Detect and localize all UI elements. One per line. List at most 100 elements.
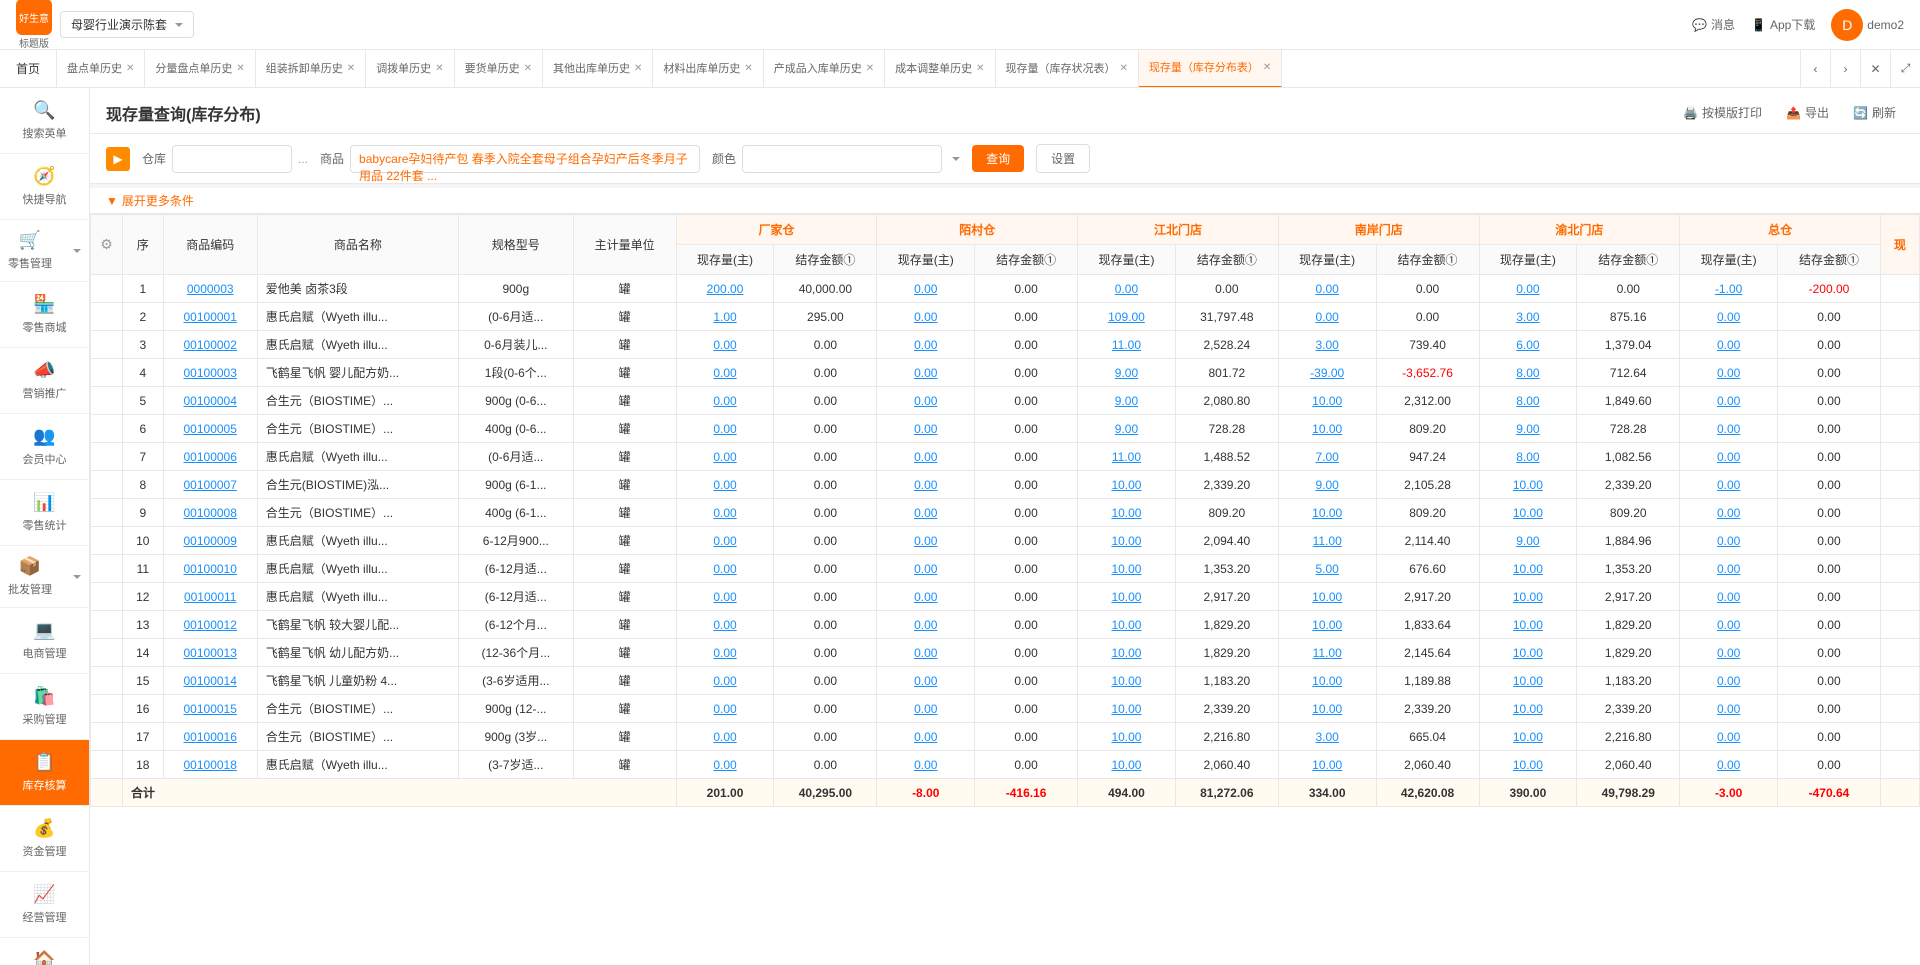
row-c4-qty[interactable]: 5.00 (1278, 555, 1376, 583)
tab-item-6[interactable]: 其他出库单历史 ✕ (543, 50, 653, 88)
row-c2-qty[interactable]: 0.00 (877, 471, 975, 499)
sidebar-item-member[interactable]: 👥 会员中心 (0, 414, 89, 480)
sidebar-item-retail[interactable]: 🛒 零售管理 (0, 220, 89, 282)
row-c5-qty[interactable]: 10.00 (1479, 471, 1577, 499)
row-c4-qty[interactable]: 3.00 (1278, 723, 1376, 751)
row-c2-qty[interactable]: 0.00 (877, 667, 975, 695)
row-code[interactable]: 00100018 (163, 751, 257, 779)
row-c4-qty[interactable]: 10.00 (1278, 751, 1376, 779)
row-c2-qty[interactable]: 0.00 (877, 387, 975, 415)
tab-expand-btn[interactable]: ⤢ (1890, 50, 1920, 88)
row-c1-qty[interactable]: 0.00 (676, 415, 774, 443)
row-t-qty[interactable]: 0.00 (1680, 611, 1778, 639)
row-code[interactable]: 00100005 (163, 415, 257, 443)
goods-input[interactable]: babycare孕妇待产包 春季入院全套母子组合孕妇产后冬季月子用品 22件套 … (350, 145, 700, 173)
row-t-qty[interactable]: 0.00 (1680, 443, 1778, 471)
row-c5-qty[interactable]: 3.00 (1479, 303, 1577, 331)
row-c3-qty[interactable]: 10.00 (1078, 583, 1176, 611)
warehouse-input[interactable] (172, 145, 292, 173)
sidebar-item-search[interactable]: 🔍 搜索英单 (0, 88, 89, 154)
row-c1-qty[interactable]: 0.00 (676, 611, 774, 639)
row-code[interactable]: 00100008 (163, 499, 257, 527)
row-c5-qty[interactable]: 10.00 (1479, 499, 1577, 527)
row-t-qty[interactable]: 0.00 (1680, 639, 1778, 667)
tab-item-7[interactable]: 材料出库单历史 ✕ (653, 50, 763, 88)
row-c1-qty[interactable]: 0.00 (676, 751, 774, 779)
row-code[interactable]: 00100016 (163, 723, 257, 751)
sidebar-item-ecom[interactable]: 💻 电商管理 (0, 608, 89, 674)
row-c1-qty[interactable]: 0.00 (676, 583, 774, 611)
table-container[interactable]: ⚙ 序 商品编码 商品名称 规格型号 主计量单位 厂家仓 陌村仓 江北门店 南岸… (90, 214, 1920, 965)
row-c1-qty[interactable]: 0.00 (676, 667, 774, 695)
row-t-qty[interactable]: 0.00 (1680, 583, 1778, 611)
filter-toggle-btn[interactable]: ▶ (106, 147, 130, 171)
row-c4-qty[interactable]: 10.00 (1278, 611, 1376, 639)
row-code[interactable]: 00100015 (163, 695, 257, 723)
row-t-qty[interactable]: 0.00 (1680, 527, 1778, 555)
row-c2-qty[interactable]: 0.00 (877, 555, 975, 583)
row-c4-qty[interactable]: 10.00 (1278, 583, 1376, 611)
warehouse-dots[interactable]: ... (298, 152, 308, 166)
settings-btn[interactable]: 设置 (1036, 144, 1090, 173)
row-c3-qty[interactable]: 9.00 (1078, 415, 1176, 443)
row-t-qty[interactable]: 0.00 (1680, 387, 1778, 415)
tab-close-8[interactable]: ✕ (866, 50, 874, 88)
row-code[interactable]: 0000003 (163, 275, 257, 303)
row-c5-qty[interactable]: 10.00 (1479, 555, 1577, 583)
tab-close-11[interactable]: ✕ (1263, 50, 1271, 87)
tab-close-3[interactable]: ✕ (347, 50, 355, 88)
gear-btn[interactable]: ⚙ (100, 236, 113, 253)
row-c2-qty[interactable]: 0.00 (877, 275, 975, 303)
row-c2-qty[interactable]: 0.00 (877, 443, 975, 471)
row-t-qty[interactable]: 0.00 (1680, 723, 1778, 751)
row-c4-qty[interactable]: 10.00 (1278, 387, 1376, 415)
sidebar-item-purchase[interactable]: 🛍️ 采购管理 (0, 674, 89, 740)
row-c4-qty[interactable]: 0.00 (1278, 275, 1376, 303)
row-c1-qty[interactable]: 0.00 (676, 471, 774, 499)
row-c4-qty[interactable]: 11.00 (1278, 527, 1376, 555)
row-c2-qty[interactable]: 0.00 (877, 611, 975, 639)
row-t-qty[interactable]: 0.00 (1680, 667, 1778, 695)
row-t-qty[interactable]: 0.00 (1680, 751, 1778, 779)
sidebar-item-stat[interactable]: 📊 零售统计 (0, 480, 89, 546)
row-c5-qty[interactable]: 9.00 (1479, 527, 1577, 555)
row-c2-qty[interactable]: 0.00 (877, 583, 975, 611)
row-code[interactable]: 00100013 (163, 639, 257, 667)
row-c4-qty[interactable]: 7.00 (1278, 443, 1376, 471)
row-c1-qty[interactable]: 0.00 (676, 723, 774, 751)
sidebar-item-ops[interactable]: 📈 经营管理 (0, 872, 89, 938)
message-btn[interactable]: 💬 消息 (1692, 16, 1735, 33)
tab-close-6[interactable]: ✕ (634, 50, 642, 88)
row-c2-qty[interactable]: 0.00 (877, 331, 975, 359)
row-c3-qty[interactable]: 10.00 (1078, 555, 1176, 583)
tab-item-10[interactable]: 现存量（库存状况表） ✕ (996, 50, 1139, 88)
refresh-btn[interactable]: 🔄 刷新 (1845, 100, 1904, 125)
row-c2-qty[interactable]: 0.00 (877, 359, 975, 387)
row-c3-qty[interactable]: 10.00 (1078, 471, 1176, 499)
row-c3-qty[interactable]: 10.00 (1078, 527, 1176, 555)
row-c4-qty[interactable]: 11.00 (1278, 639, 1376, 667)
row-code[interactable]: 00100001 (163, 303, 257, 331)
row-c3-qty[interactable]: 10.00 (1078, 723, 1176, 751)
app-download-btn[interactable]: 📱 App下载 (1751, 16, 1815, 33)
row-c5-qty[interactable]: 6.00 (1479, 331, 1577, 359)
row-c5-qty[interactable]: 9.00 (1479, 415, 1577, 443)
tab-close-9[interactable]: ✕ (976, 50, 984, 88)
user-menu[interactable]: D demo2 (1831, 9, 1904, 41)
row-c3-qty[interactable]: 10.00 (1078, 611, 1176, 639)
row-c4-qty[interactable]: 0.00 (1278, 303, 1376, 331)
tab-item-3[interactable]: 组装拆卸单历史 ✕ (256, 50, 366, 88)
store-selector[interactable]: 母婴行业演示陈套 (60, 11, 194, 38)
tab-item-1[interactable]: 盘点单历史 ✕ (57, 50, 145, 88)
tab-close-4[interactable]: ✕ (435, 50, 443, 88)
row-code[interactable]: 00100011 (163, 583, 257, 611)
query-btn[interactable]: 查询 (972, 145, 1024, 172)
row-c3-qty[interactable]: 9.00 (1078, 387, 1176, 415)
row-c3-qty[interactable]: 0.00 (1078, 275, 1176, 303)
row-code[interactable]: 00100007 (163, 471, 257, 499)
row-c5-qty[interactable]: 0.00 (1479, 275, 1577, 303)
sidebar-item-stock[interactable]: 📋 库存核算 (0, 740, 89, 806)
row-c2-qty[interactable]: 0.00 (877, 303, 975, 331)
row-c1-qty[interactable]: 0.00 (676, 527, 774, 555)
row-t-qty[interactable]: 0.00 (1680, 303, 1778, 331)
